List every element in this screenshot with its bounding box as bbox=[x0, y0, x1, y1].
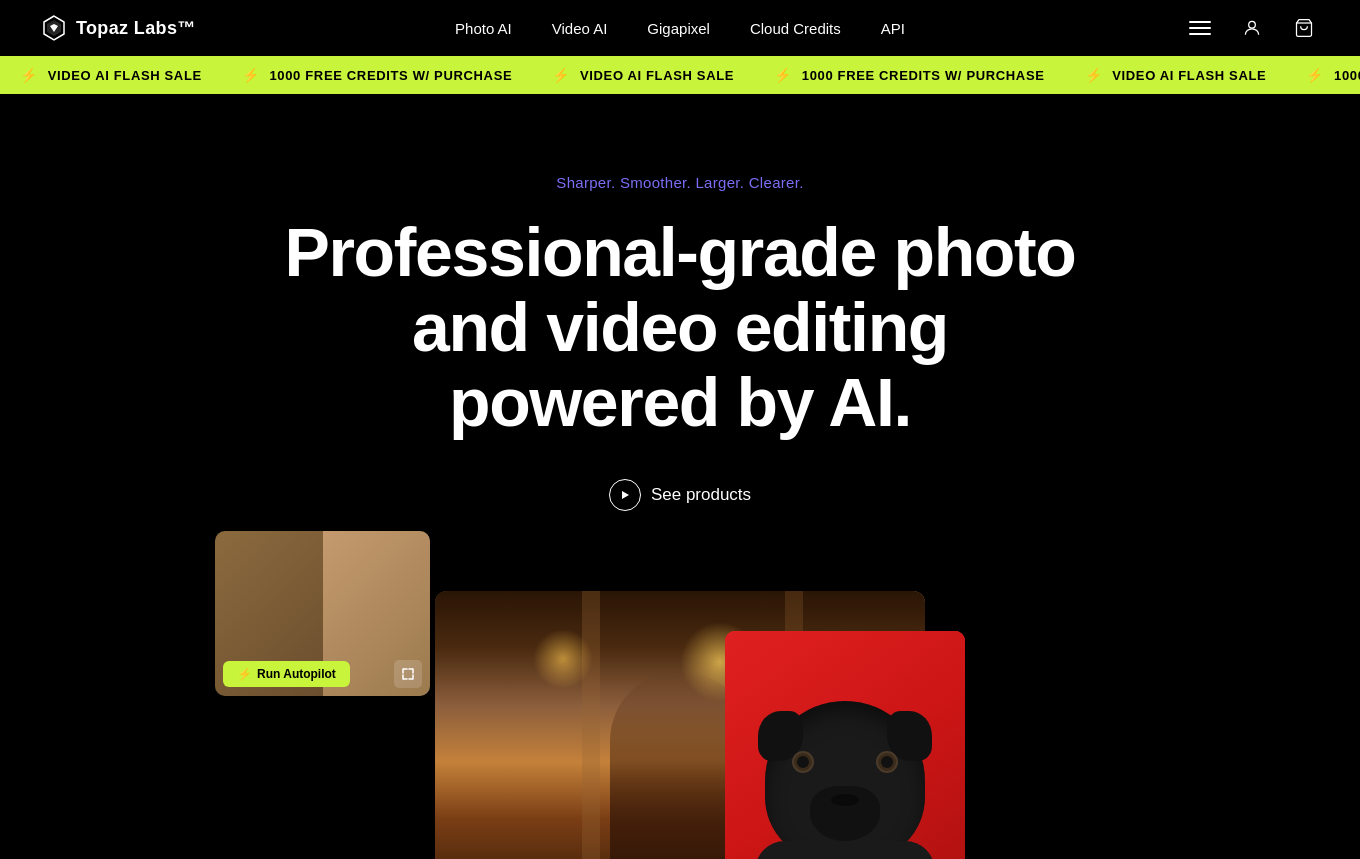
pug-nose bbox=[831, 794, 859, 806]
play-icon bbox=[619, 489, 631, 501]
pug-body-lower bbox=[755, 841, 935, 859]
before-after-card: ⚡ Run Autopilot bbox=[215, 531, 430, 696]
column-left bbox=[582, 591, 600, 859]
pug-photo-card bbox=[725, 631, 965, 859]
pug-pupil-right bbox=[881, 756, 893, 768]
see-products-button[interactable]: See products bbox=[609, 479, 751, 511]
nav-link-cloud-credits[interactable]: Cloud Credits bbox=[750, 20, 841, 37]
hamburger-icon bbox=[1189, 21, 1211, 35]
ticker-track: ⚡ VIDEO AI FLASH SALE ⚡ 1000 FREE CREDIT… bbox=[0, 67, 1360, 83]
shopping-bag-icon bbox=[1294, 18, 1314, 38]
ticker-item-5: ⚡ VIDEO AI FLASH SALE bbox=[1065, 67, 1287, 83]
cta-label: See products bbox=[651, 485, 751, 505]
pug-pupil-left bbox=[797, 756, 809, 768]
bolt-icon-5: ⚡ bbox=[1085, 67, 1103, 83]
autopilot-bolt-icon: ⚡ bbox=[237, 667, 252, 681]
nav-link-photo-ai[interactable]: Photo AI bbox=[455, 20, 512, 37]
bolt-icon-6: ⚡ bbox=[1306, 67, 1324, 83]
ticker-item-3: ⚡ VIDEO AI FLASH SALE bbox=[532, 67, 754, 83]
nav-link-gigapixel[interactable]: Gigapixel bbox=[647, 20, 710, 37]
ticker-item-2: ⚡ 1000 FREE CREDITS W/ PURCHASE bbox=[222, 67, 532, 83]
topaz-labs-logo-icon bbox=[40, 14, 68, 42]
bolt-icon-1: ⚡ bbox=[20, 67, 38, 83]
hero-tagline: Sharper. Smoother. Larger. Clearer. bbox=[40, 174, 1320, 191]
bolt-icon-2: ⚡ bbox=[242, 67, 260, 83]
pug-photo-inner bbox=[725, 631, 965, 859]
nav-link-video-ai[interactable]: Video AI bbox=[552, 20, 608, 37]
hero-section: Sharper. Smoother. Larger. Clearer. Prof… bbox=[0, 94, 1360, 571]
hamburger-line-1 bbox=[1189, 21, 1211, 23]
pug-body bbox=[750, 701, 940, 859]
pug-snout bbox=[810, 786, 880, 841]
hamburger-line-3 bbox=[1189, 33, 1211, 35]
person-icon bbox=[1242, 18, 1262, 38]
ticker-item-4: ⚡ 1000 FREE CREDITS W/ PURCHASE bbox=[754, 67, 1064, 83]
autopilot-label: Run Autopilot bbox=[257, 667, 336, 681]
navbar: Topaz Labs™ Photo AI Video AI Gigapixel … bbox=[0, 0, 1360, 56]
bolt-icon-4: ⚡ bbox=[774, 67, 792, 83]
pug-eye-right bbox=[876, 751, 898, 773]
logo[interactable]: Topaz Labs™ bbox=[40, 14, 196, 42]
ba-controls: ⚡ Run Autopilot bbox=[215, 652, 430, 696]
svg-point-0 bbox=[1249, 21, 1256, 28]
account-button[interactable] bbox=[1236, 12, 1268, 44]
nav-actions bbox=[1184, 12, 1320, 44]
cta-circle-icon bbox=[609, 479, 641, 511]
bolt-icon-3: ⚡ bbox=[552, 67, 570, 83]
pug-eye-left bbox=[792, 751, 814, 773]
ticker-item-1: ⚡ VIDEO AI FLASH SALE bbox=[0, 67, 222, 83]
ticker-banner: ⚡ VIDEO AI FLASH SALE ⚡ 1000 FREE CREDIT… bbox=[0, 56, 1360, 94]
run-autopilot-button[interactable]: ⚡ Run Autopilot bbox=[223, 661, 350, 687]
light-1 bbox=[533, 629, 593, 689]
expand-button[interactable] bbox=[394, 660, 422, 688]
expand-icon bbox=[401, 667, 415, 681]
ticker-item-6: ⚡ 1000 FREE CREDITS W/ PURCHASE bbox=[1286, 67, 1360, 83]
hamburger-menu-button[interactable] bbox=[1184, 12, 1216, 44]
hero-title: Professional-grade photo and video editi… bbox=[280, 215, 1080, 439]
cart-button[interactable] bbox=[1288, 12, 1320, 44]
nav-links: Photo AI Video AI Gigapixel Cloud Credit… bbox=[455, 20, 905, 37]
nav-link-api[interactable]: API bbox=[881, 20, 905, 37]
media-section: ⚡ Run Autopilot bbox=[0, 591, 1360, 859]
logo-text: Topaz Labs™ bbox=[76, 18, 196, 39]
hamburger-line-2 bbox=[1189, 27, 1211, 29]
